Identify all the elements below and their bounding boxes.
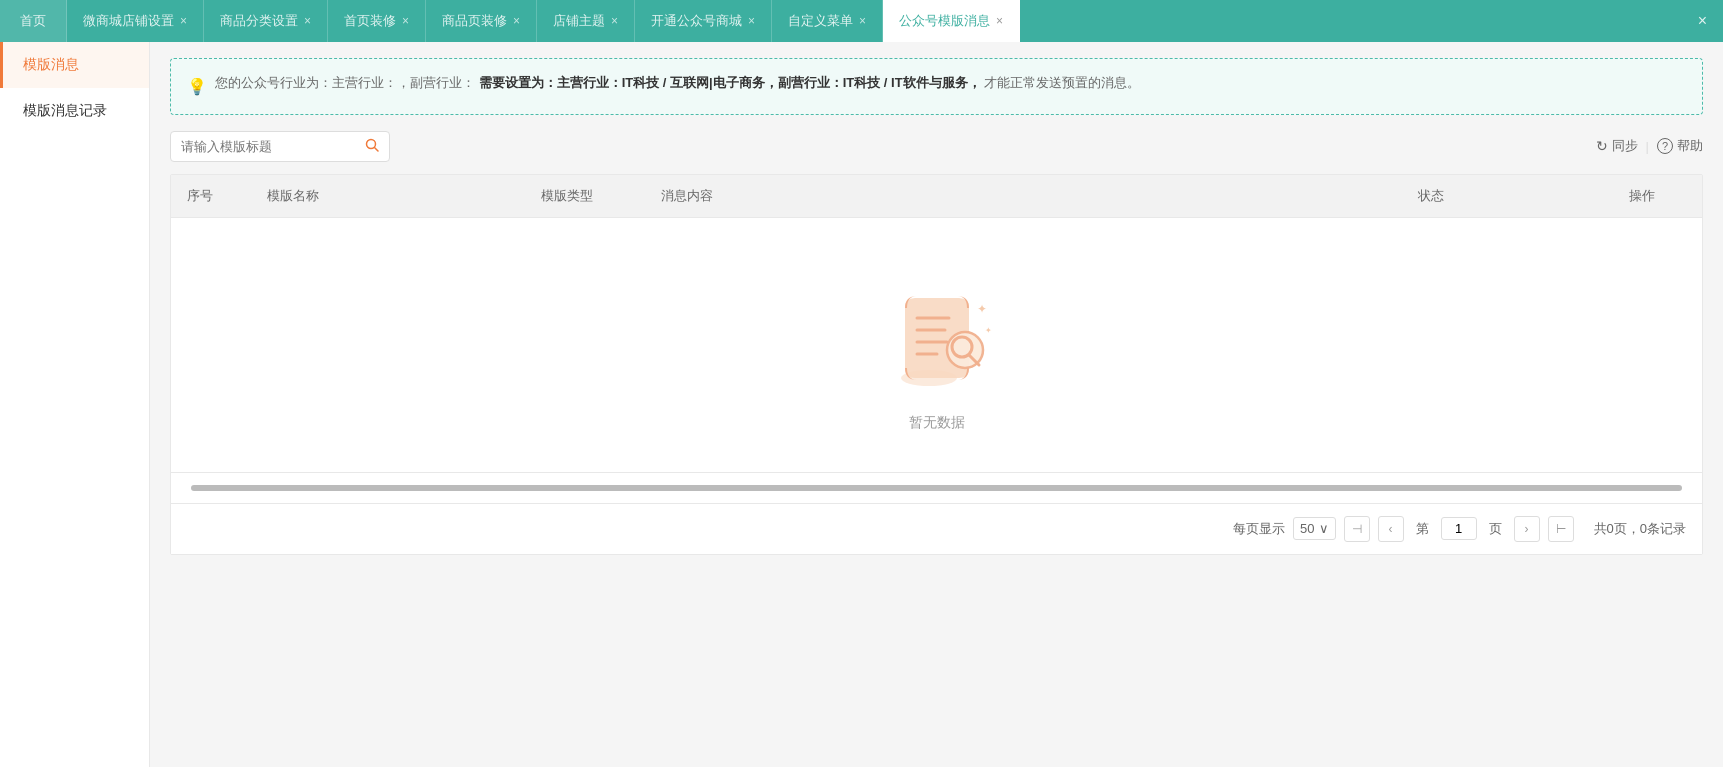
sidebar: 模版消息 模版消息记录	[0, 42, 150, 767]
tab-template-msg-close[interactable]: ×	[996, 14, 1003, 28]
tab-shop-theme-close[interactable]: ×	[611, 14, 618, 28]
pagination: 每页显示 50 ∨ ⊣ ‹ 第 页 › ⊢ 共0页，0条记录	[171, 503, 1702, 554]
horizontal-scrollbar[interactable]	[191, 485, 1682, 491]
search-area	[170, 131, 390, 162]
page-number-input[interactable]	[1441, 517, 1477, 540]
tab-custom-menu[interactable]: 自定义菜单 ×	[772, 0, 883, 42]
help-icon: ?	[1657, 138, 1673, 154]
tab-shop-theme[interactable]: 店铺主题 ×	[537, 0, 635, 42]
notice-highlight: 需要设置为：主营行业：IT科技 / 互联网|电子商务，副营行业：IT科技 / I…	[479, 75, 981, 90]
tab-category-settings-label: 商品分类设置	[220, 12, 298, 30]
page-size-dropdown-icon: ∨	[1319, 521, 1329, 536]
sync-button[interactable]: ↻ 同步	[1596, 137, 1638, 155]
empty-state: ✦ ✦ 暂无数据	[171, 218, 1702, 472]
main-layout: 模版消息 模版消息记录 💡 您的公众号行业为：主营行业：，副营行业： 需要设置为…	[0, 42, 1723, 767]
page-next-button[interactable]: ›	[1514, 516, 1540, 542]
toolbar-divider: |	[1646, 139, 1649, 154]
tab-category-settings-close[interactable]: ×	[304, 14, 311, 28]
search-icon	[365, 138, 379, 152]
th-status: 状态	[1402, 175, 1582, 217]
page-first-button[interactable]: ⊣	[1344, 516, 1370, 542]
tab-open-mall-close[interactable]: ×	[748, 14, 755, 28]
tab-bar-close-all[interactable]: ×	[1682, 12, 1723, 30]
table-container: 序号 模版名称 模版类型 消息内容 状态 操作	[170, 174, 1703, 555]
sync-icon: ↻	[1596, 138, 1608, 154]
tab-open-mall[interactable]: 开通公众号商城 ×	[635, 0, 772, 42]
tab-home[interactable]: 首页	[0, 0, 67, 42]
total-text: 共0页，0条记录	[1594, 520, 1686, 538]
svg-line-1	[375, 147, 379, 151]
tab-template-msg[interactable]: 公众号模版消息 ×	[883, 0, 1020, 42]
empty-illustration: ✦ ✦	[877, 278, 997, 398]
svg-text:✦: ✦	[977, 302, 987, 316]
tab-home-label: 首页	[20, 12, 46, 30]
tab-product-decor-close[interactable]: ×	[513, 14, 520, 28]
tab-bar: 首页 微商城店铺设置 × 商品分类设置 × 首页装修 × 商品页装修 × 店铺主…	[0, 0, 1723, 42]
th-action: 操作	[1582, 175, 1702, 217]
notice-text: 您的公众号行业为：主营行业：，副营行业： 需要设置为：主营行业：IT科技 / 互…	[215, 73, 1686, 94]
tab-home-decor-close[interactable]: ×	[402, 14, 409, 28]
sidebar-item-template-msg[interactable]: 模版消息	[0, 42, 149, 88]
tab-weshop-settings[interactable]: 微商城店铺设置 ×	[67, 0, 204, 42]
main-content: 💡 您的公众号行业为：主营行业：，副营行业： 需要设置为：主营行业：IT科技 /…	[150, 42, 1723, 767]
tab-open-mall-label: 开通公众号商城	[651, 12, 742, 30]
search-input[interactable]	[171, 132, 355, 161]
tab-category-settings[interactable]: 商品分类设置 ×	[204, 0, 328, 42]
sidebar-item-template-msg-record[interactable]: 模版消息记录	[0, 88, 149, 134]
notice-box: 💡 您的公众号行业为：主营行业：，副营行业： 需要设置为：主营行业：IT科技 /…	[170, 58, 1703, 115]
svg-text:✦: ✦	[985, 326, 992, 335]
page-unit: 页	[1489, 520, 1502, 538]
tab-custom-menu-close[interactable]: ×	[859, 14, 866, 28]
th-type: 模版类型	[525, 175, 645, 217]
tab-product-decor[interactable]: 商品页装修 ×	[426, 0, 537, 42]
tab-product-decor-label: 商品页装修	[442, 12, 507, 30]
page-last-button[interactable]: ⊢	[1548, 516, 1574, 542]
page-size-value: 50	[1300, 521, 1314, 536]
page-size-select[interactable]: 50 ∨	[1293, 517, 1335, 540]
notice-icon: 💡	[187, 74, 207, 100]
toolbar: ↻ 同步 | ? 帮助	[170, 131, 1703, 162]
toolbar-right: ↻ 同步 | ? 帮助	[1596, 137, 1703, 155]
search-button[interactable]	[355, 138, 389, 155]
page-size-label: 每页显示	[1233, 520, 1285, 538]
tab-home-decor[interactable]: 首页装修 ×	[328, 0, 426, 42]
scrollbar-area	[171, 472, 1702, 503]
tab-template-msg-label: 公众号模版消息	[899, 12, 990, 30]
page-prev-button[interactable]: ‹	[1378, 516, 1404, 542]
tab-weshop-settings-close[interactable]: ×	[180, 14, 187, 28]
tab-shop-theme-label: 店铺主题	[553, 12, 605, 30]
th-name: 模版名称	[251, 175, 525, 217]
tab-weshop-settings-label: 微商城店铺设置	[83, 12, 174, 30]
help-button[interactable]: ? 帮助	[1657, 137, 1703, 155]
tab-custom-menu-label: 自定义菜单	[788, 12, 853, 30]
tab-home-decor-label: 首页装修	[344, 12, 396, 30]
th-content: 消息内容	[645, 175, 1402, 217]
th-seq: 序号	[171, 175, 251, 217]
table-header: 序号 模版名称 模版类型 消息内容 状态 操作	[171, 175, 1702, 218]
page-label: 第	[1416, 520, 1429, 538]
empty-text: 暂无数据	[909, 414, 965, 432]
